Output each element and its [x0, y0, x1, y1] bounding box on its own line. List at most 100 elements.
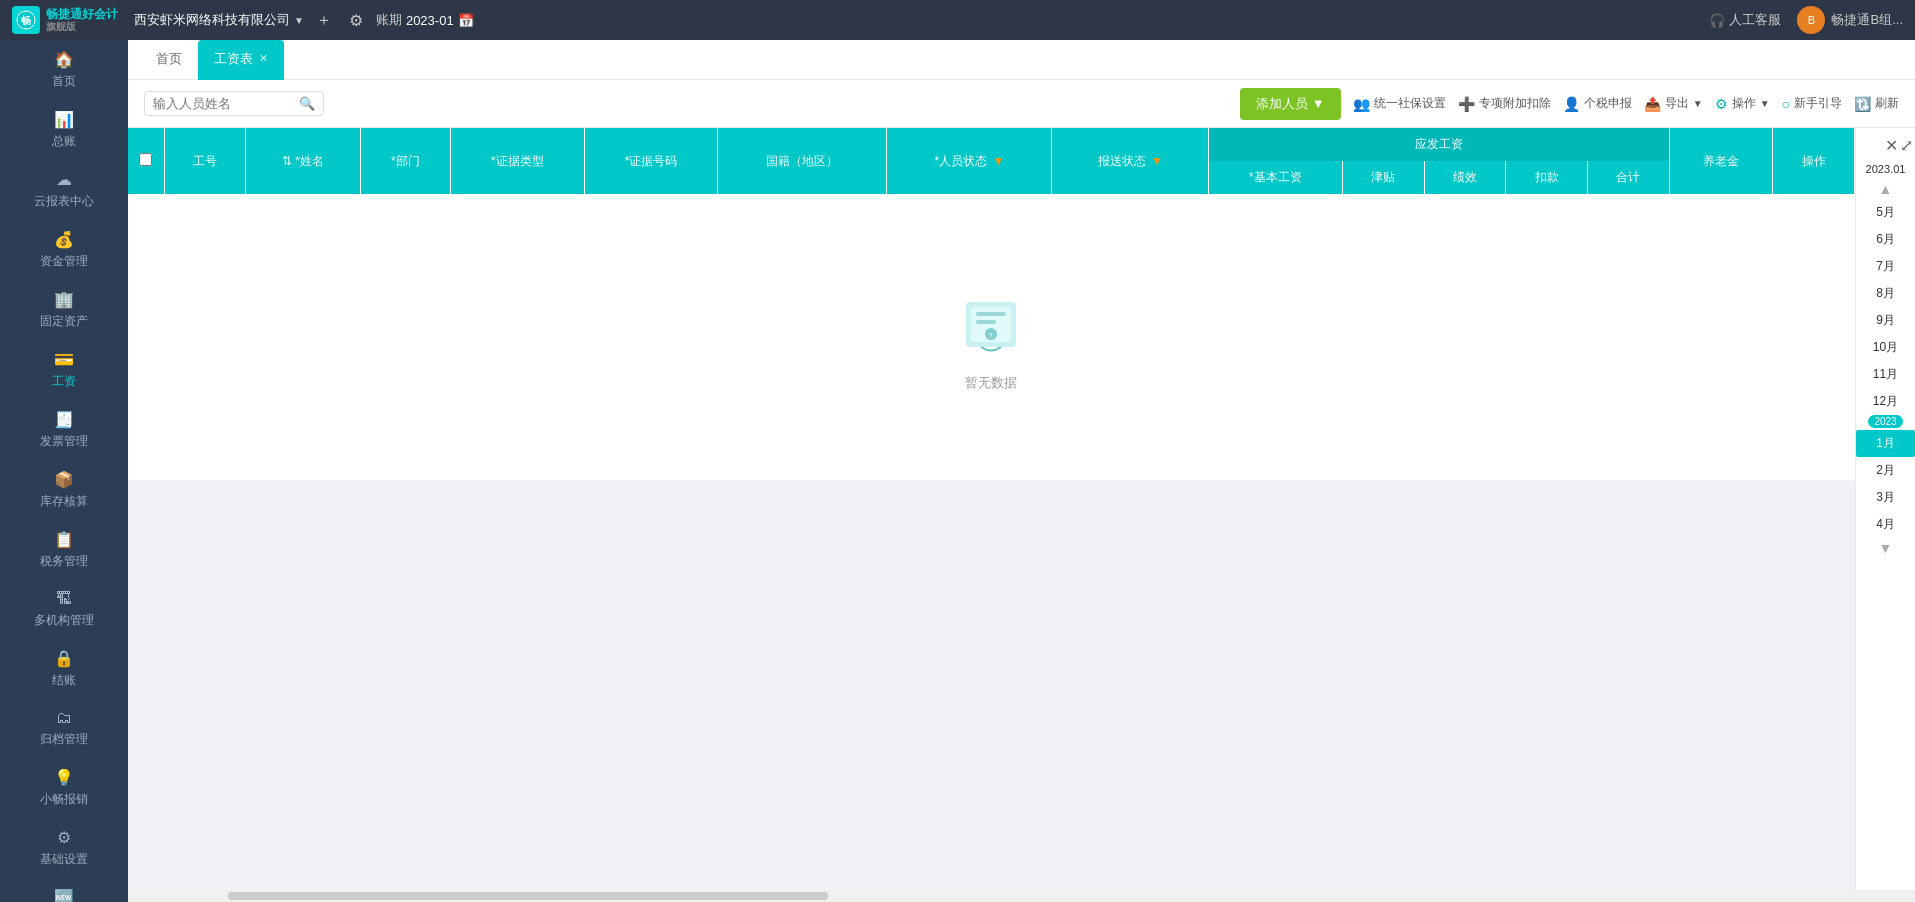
month-5[interactable]: 5月: [1856, 199, 1915, 226]
month-6[interactable]: 6月: [1856, 226, 1915, 253]
header-actions: ＋ ⚙: [312, 8, 368, 32]
settings-icon[interactable]: ⚙: [344, 8, 368, 32]
operate-chevron: ▼: [1760, 98, 1770, 109]
sidebar-item-wage[interactable]: 💳 工资: [0, 340, 128, 400]
main-layout: 🏠 首页 📊 总账 ☁ 云报表中心 💰 资金管理 🏢 固定资产 💳 工资 🧾 发…: [0, 40, 1915, 902]
guide-button[interactable]: ○ 新手引导: [1782, 95, 1842, 112]
sidebar-item-expense[interactable]: 💡 小畅报销: [0, 758, 128, 818]
sidebar-item-settings[interactable]: ⚙ 基础设置: [0, 818, 128, 878]
status-filter-icon[interactable]: ▼: [992, 154, 1004, 168]
refresh-label: 刷新: [1875, 95, 1899, 112]
operate-button[interactable]: ⚙ 操作 ▼: [1715, 95, 1770, 112]
th-dept: *部门: [360, 128, 450, 194]
sidebar-item-label: 库存核算: [40, 493, 88, 510]
add-button[interactable]: ＋: [312, 8, 336, 32]
tab-close-icon[interactable]: ✕: [259, 52, 268, 65]
ai-service-label: 人工客服: [1729, 11, 1781, 29]
month-11[interactable]: 11月: [1856, 361, 1915, 388]
tax-report-label: 个税申报: [1584, 95, 1632, 112]
close-period-icon: 🔒: [54, 649, 74, 668]
export-label: 导出: [1665, 95, 1689, 112]
refresh-button[interactable]: 🔃 刷新: [1854, 95, 1899, 112]
cloud-icon: ☁: [56, 170, 72, 189]
window-controls: ✕ ⤢: [1856, 132, 1915, 159]
guide-label: 新手引导: [1794, 95, 1842, 112]
sidebar-item-tax[interactable]: 📋 税务管理: [0, 520, 128, 580]
inventory-icon: 📦: [54, 470, 74, 489]
svg-rect-4: [976, 312, 1006, 316]
sidebar-item-fund[interactable]: 💰 资金管理: [0, 220, 128, 280]
export-chevron: ▼: [1693, 98, 1703, 109]
tax-report-icon: 👤: [1563, 96, 1580, 112]
add-person-button[interactable]: 添加人员 ▼: [1240, 88, 1341, 120]
app-name: 畅捷通好会计: [46, 7, 118, 21]
th-report-status: 报送状态 ▼: [1052, 128, 1209, 194]
logo-icon: 畅: [12, 6, 40, 34]
month-3[interactable]: 3月: [1856, 484, 1915, 511]
settings2-icon: ⚙: [57, 828, 71, 847]
guide2-icon: ○: [1782, 96, 1790, 112]
app-logo: 畅 畅捷通好会计 旗舰版: [12, 6, 118, 34]
tab-home[interactable]: 首页: [140, 40, 198, 80]
wage-icon: 💳: [54, 350, 74, 369]
sidebar-item-home[interactable]: 🏠 首页: [0, 40, 128, 100]
th-idno: *证据号码: [584, 128, 718, 194]
tax-report-button[interactable]: 👤 个税申报: [1563, 95, 1632, 112]
month-8[interactable]: 8月: [1856, 280, 1915, 307]
social-setting-button[interactable]: 👥 统一社保设置: [1353, 95, 1446, 112]
sidebar-item-invoice[interactable]: 🧾 发票管理: [0, 400, 128, 460]
operate-icon: ⚙: [1715, 96, 1728, 112]
scrollbar-thumb: [228, 892, 828, 900]
sidebar-item-close[interactable]: 🔒 结账: [0, 639, 128, 699]
header-right: 🎧 人工客服 B 畅捷通B组...: [1709, 6, 1903, 34]
period-value: 2023-01: [406, 13, 454, 28]
sidebar-item-label: 归档管理: [40, 731, 88, 748]
sidebar-item-label: 云报表中心: [34, 193, 94, 210]
sidebar-item-ledger[interactable]: 📊 总账: [0, 100, 128, 160]
sidebar-item-fixed[interactable]: 🏢 固定资产: [0, 280, 128, 340]
expense-icon: 💡: [54, 768, 74, 787]
ai-service-button[interactable]: 🎧 人工客服: [1709, 11, 1781, 29]
month-7[interactable]: 7月: [1856, 253, 1915, 280]
th-total: 合计: [1587, 161, 1669, 194]
table-scrollbar[interactable]: [128, 890, 1915, 902]
refresh-icon: 🔃: [1854, 96, 1871, 112]
month-2[interactable]: 2月: [1856, 457, 1915, 484]
company-selector[interactable]: 西安虾米网络科技有限公司 ▼: [134, 11, 304, 29]
select-all-checkbox[interactable]: [139, 153, 152, 166]
scroll-down-button[interactable]: ▼: [1877, 538, 1895, 558]
month-1-active[interactable]: 1月: [1856, 430, 1915, 457]
special-deduct-button[interactable]: ➕ 专项附加扣除: [1458, 95, 1551, 112]
sidebar-item-multi[interactable]: 🏗 多机构管理: [0, 580, 128, 639]
content-area: 首页 工资表 ✕ 🔍 添加人员 ▼ 👥 统一社保设置 ➕: [128, 40, 1915, 902]
sidebar-item-report[interactable]: ☁ 云报表中心: [0, 160, 128, 220]
headset-icon: 🎧: [1709, 13, 1725, 28]
tab-wage[interactable]: 工资表 ✕: [198, 40, 284, 80]
th-idtype: *证据类型: [450, 128, 584, 194]
operate-label: 操作: [1732, 95, 1756, 112]
sidebar-item-guide[interactable]: 🆕 新手引导: [0, 878, 128, 902]
invoice-icon: 🧾: [54, 410, 74, 429]
tab-wage-label: 工资表: [214, 50, 253, 68]
user-profile[interactable]: B 畅捷通B组...: [1797, 6, 1903, 34]
sidebar-item-label: 税务管理: [40, 553, 88, 570]
th-wage-group: 应发工资: [1209, 128, 1670, 161]
month-12[interactable]: 12月: [1856, 388, 1915, 415]
month-9[interactable]: 9月: [1856, 307, 1915, 334]
export-button[interactable]: 📤 导出 ▼: [1644, 95, 1703, 112]
close-panel-button[interactable]: ✕: [1885, 136, 1898, 155]
scroll-up-button[interactable]: ▲: [1877, 179, 1895, 199]
th-checkbox[interactable]: [128, 128, 164, 194]
search-input[interactable]: [153, 96, 293, 111]
sidebar-item-archive[interactable]: 🗂 归档管理: [0, 699, 128, 758]
month-10[interactable]: 10月: [1856, 334, 1915, 361]
sidebar-item-label: 首页: [52, 73, 76, 90]
th-subsidy: 津贴: [1342, 161, 1424, 194]
calendar-icon[interactable]: 📅: [458, 13, 474, 28]
month-4[interactable]: 4月: [1856, 511, 1915, 538]
sidebar-item-inventory[interactable]: 📦 库存核算: [0, 460, 128, 520]
maximize-panel-button[interactable]: ⤢: [1900, 136, 1913, 155]
table-wrap[interactable]: 工号 ⇅ *姓名 *部门 *证据类型 *证据号码 国籍（地区） *人员状态 ▼: [128, 128, 1855, 890]
special-icon: ➕: [1458, 96, 1475, 112]
report-filter-icon[interactable]: ▼: [1151, 154, 1163, 168]
